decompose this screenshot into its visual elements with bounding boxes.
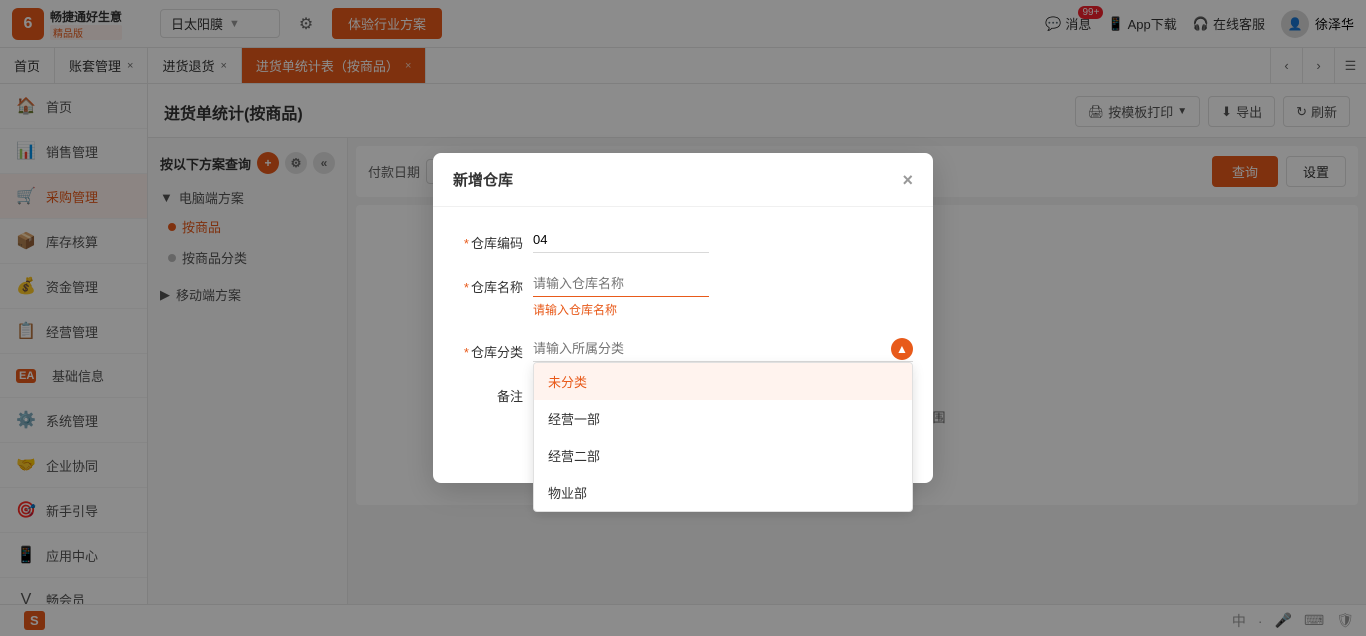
code-input-wrapper [533, 227, 913, 253]
category-dropdown-wrapper: ▲ 未分类 经营一部 经营二部 物业部 [533, 336, 913, 362]
modal-header: 新增仓库 × [433, 153, 933, 207]
name-label: *仓库名称 [453, 271, 533, 296]
dropdown-option-dept1[interactable]: 经营一部 [534, 400, 912, 437]
dropdown-option-dept2[interactable]: 经营二部 [534, 437, 912, 474]
name-error-message: 请输入仓库名称 [533, 301, 913, 318]
dropdown-option-uncategorized[interactable]: 未分类 [534, 363, 912, 400]
category-form-row: *仓库分类 ▲ 未分类 经营一部 经营二部 物业部 [453, 336, 913, 362]
remark-label: 备注 [453, 380, 533, 405]
modal-title: 新增仓库 [453, 169, 513, 190]
category-input[interactable] [533, 336, 913, 362]
dropdown-option-property[interactable]: 物业部 [534, 474, 912, 511]
category-dropdown-list: 未分类 经营一部 经营二部 物业部 [533, 362, 913, 512]
warehouse-name-input[interactable] [533, 271, 709, 297]
code-label: *仓库编码 [453, 227, 533, 252]
warehouse-code-input[interactable] [533, 227, 709, 253]
modal-overlay[interactable]: 新增仓库 × *仓库编码 *仓库名称 请输入仓库名称 [0, 0, 1366, 636]
code-form-row: *仓库编码 [453, 227, 913, 253]
category-label: *仓库分类 [453, 336, 533, 361]
name-input-wrapper: 请输入仓库名称 [533, 271, 913, 318]
name-form-row: *仓库名称 请输入仓库名称 [453, 271, 913, 318]
modal-body: *仓库编码 *仓库名称 请输入仓库名称 *仓库分类 [433, 207, 933, 426]
category-dropdown-arrow[interactable]: ▲ [891, 338, 913, 360]
new-warehouse-modal: 新增仓库 × *仓库编码 *仓库名称 请输入仓库名称 [433, 153, 933, 483]
modal-close-button[interactable]: × [902, 171, 913, 189]
